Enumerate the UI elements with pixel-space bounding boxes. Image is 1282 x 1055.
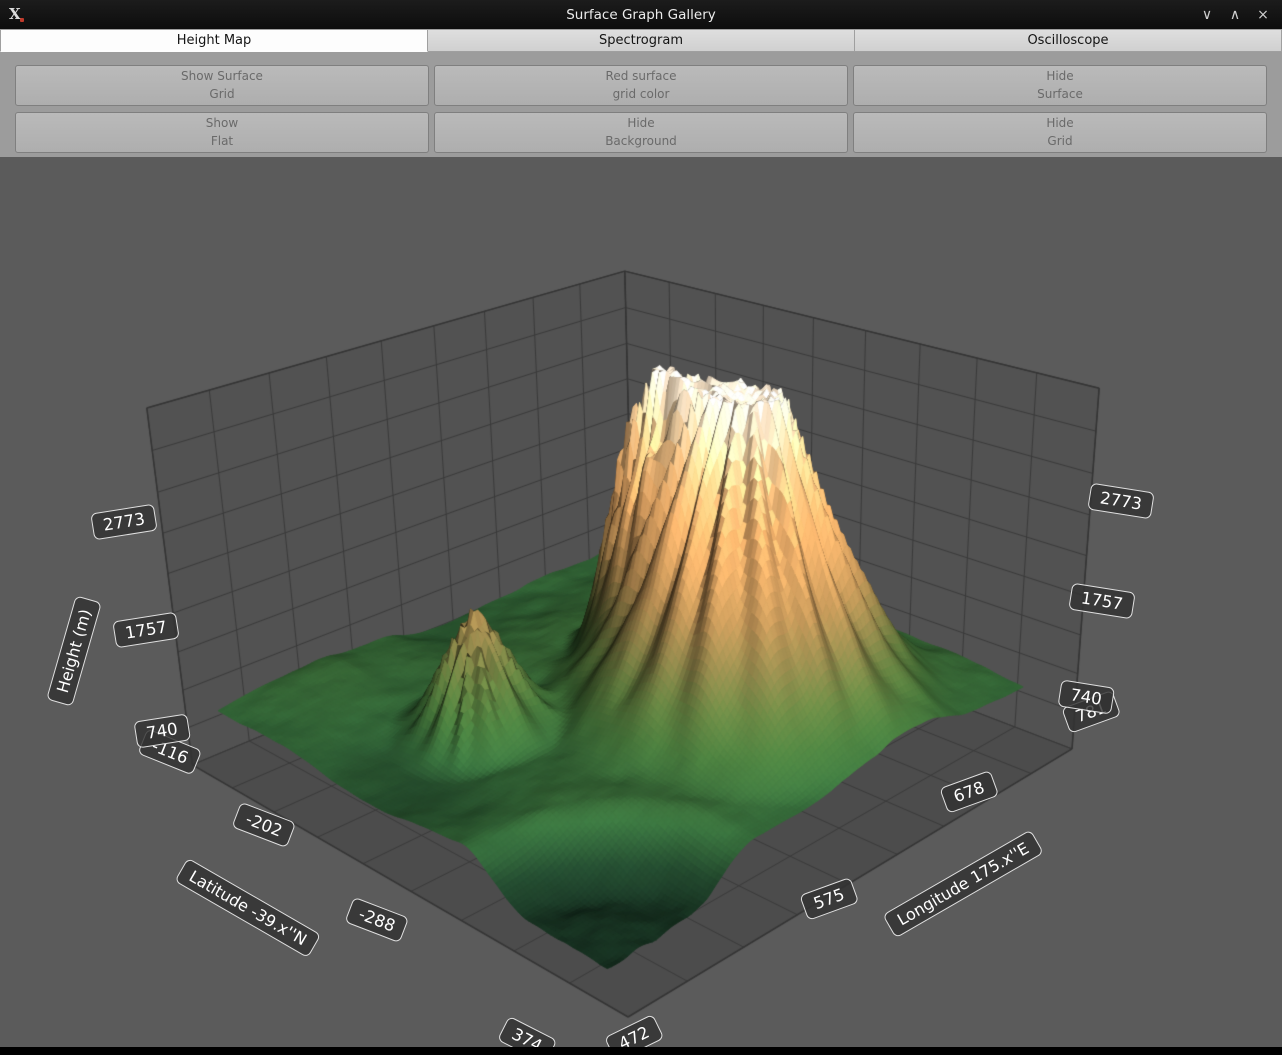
close-icon: × xyxy=(1257,7,1269,23)
plot-area: 27731757740Height (m)-116277317577407816… xyxy=(0,157,1282,1047)
tab-height-map[interactable]: Height Map xyxy=(0,29,428,52)
controls-panel: Show Surface Grid Red surface grid color… xyxy=(0,52,1282,157)
button-label: Red surface xyxy=(606,68,677,85)
application-window: { "window": { "title": "Surface Graph Ga… xyxy=(0,0,1282,1055)
window-controls: ∨ ∧ × xyxy=(1196,4,1282,26)
button-label: Hide xyxy=(1046,115,1073,132)
button-label: Hide xyxy=(1046,68,1073,85)
window-shade-button[interactable]: ∨ xyxy=(1196,4,1218,26)
app-icon: X xyxy=(9,7,21,22)
unshade-icon: ∧ xyxy=(1230,7,1240,23)
button-label: Surface xyxy=(1037,86,1083,103)
show-surface-grid-button[interactable]: Show Surface Grid xyxy=(15,65,429,106)
titlebar: X Surface Graph Gallery ∨ ∧ × xyxy=(0,0,1282,29)
button-label: grid color xyxy=(613,86,670,103)
bottom-screen-edge xyxy=(0,1047,1282,1055)
tab-bar: Height Map Spectrogram Oscilloscope xyxy=(0,29,1282,52)
button-label: Grid xyxy=(209,86,234,103)
hide-surface-button[interactable]: Hide Surface xyxy=(853,65,1267,106)
hide-grid-button[interactable]: Hide Grid xyxy=(853,112,1267,153)
tab-oscilloscope[interactable]: Oscilloscope xyxy=(855,29,1282,52)
surface-3d-view[interactable] xyxy=(0,157,1282,1047)
button-label: Flat xyxy=(211,133,233,150)
surface-grid-color-button[interactable]: Red surface grid color xyxy=(434,65,848,106)
show-flat-button[interactable]: Show Flat xyxy=(15,112,429,153)
button-label: Hide xyxy=(627,115,654,132)
window-title: Surface Graph Gallery xyxy=(0,7,1282,23)
button-label: Show Surface xyxy=(181,68,263,85)
button-label: Grid xyxy=(1047,133,1072,150)
button-label: Background xyxy=(605,133,677,150)
tab-spectrogram[interactable]: Spectrogram xyxy=(428,29,855,52)
window-close-button[interactable]: × xyxy=(1252,4,1274,26)
window-unshade-button[interactable]: ∧ xyxy=(1224,4,1246,26)
shade-icon: ∨ xyxy=(1202,7,1212,23)
button-label: Show xyxy=(206,115,238,132)
hide-background-button[interactable]: Hide Background xyxy=(434,112,848,153)
